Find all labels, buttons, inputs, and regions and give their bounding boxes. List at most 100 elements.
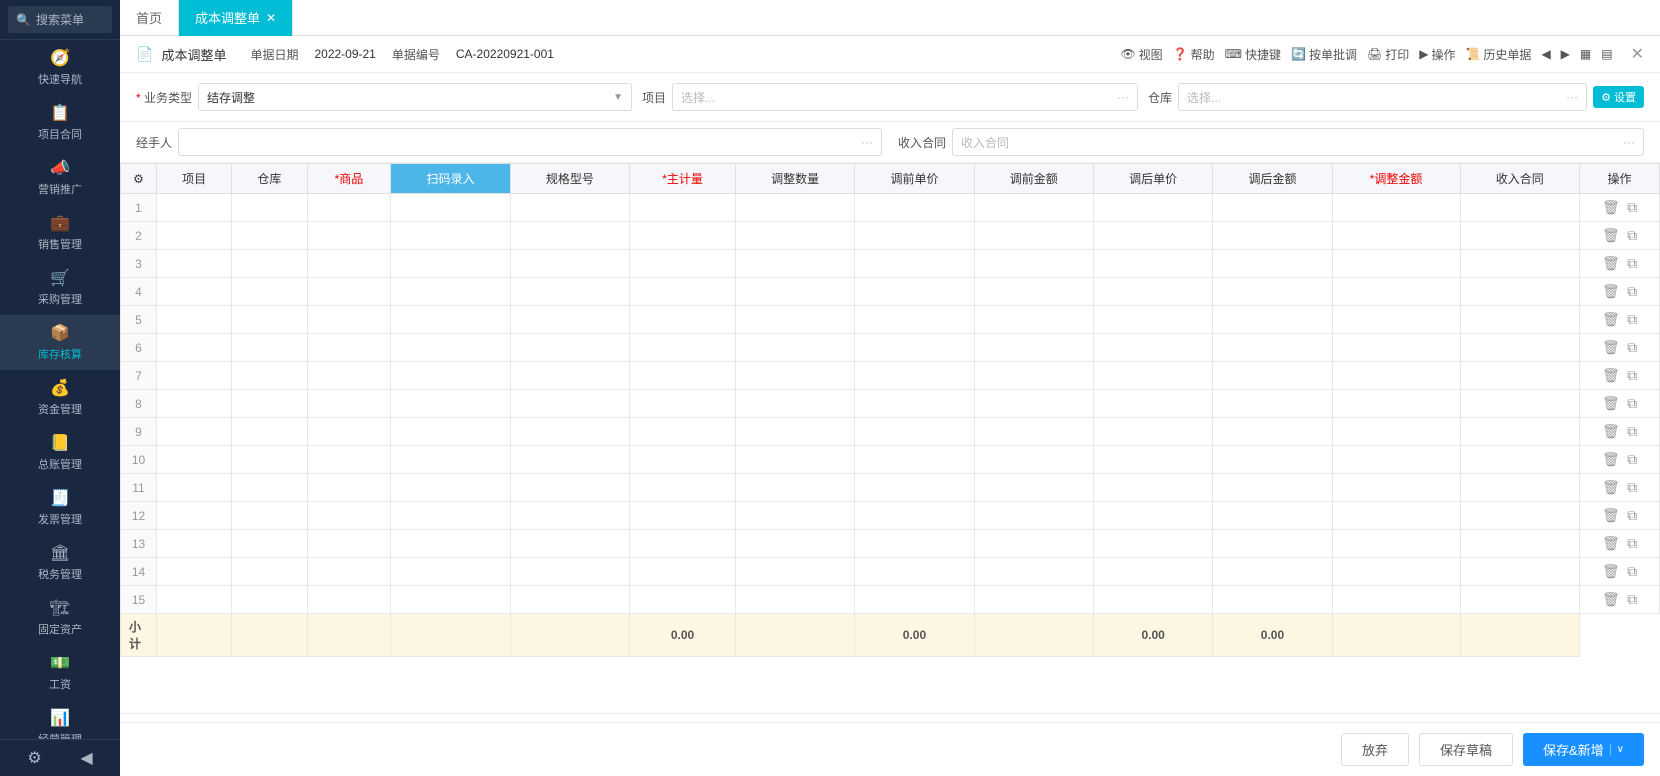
cell-before-unit-price[interactable] <box>855 474 974 502</box>
cell-adjust-amount[interactable] <box>1332 586 1460 614</box>
cell-adjust-qty[interactable] <box>735 418 854 446</box>
cell-before-amount[interactable] <box>974 586 1093 614</box>
delete-row-icon[interactable]: 🗑 <box>1602 199 1620 215</box>
cell-after-amount[interactable] <box>1213 502 1332 530</box>
cell-after-unit-price[interactable] <box>1093 278 1212 306</box>
cell-income-contract[interactable] <box>1460 362 1579 390</box>
delete-row-icon[interactable]: 🗑 <box>1602 283 1620 299</box>
save-new-button[interactable]: 保存&新增 ∨ <box>1523 733 1644 766</box>
cell-adjust-qty[interactable] <box>735 502 854 530</box>
cell-scan[interactable] <box>391 502 510 530</box>
cell-before-amount[interactable] <box>974 278 1093 306</box>
delete-row-icon[interactable]: 🗑 <box>1602 255 1620 271</box>
cell-adjust-amount[interactable] <box>1332 222 1460 250</box>
copy-row-icon[interactable]: ⧉ <box>1627 283 1637 299</box>
cell-before-unit-price[interactable] <box>855 362 974 390</box>
cell-income-contract[interactable] <box>1460 194 1579 222</box>
form-close-button[interactable]: ✕ <box>1631 44 1644 64</box>
cell-warehouse[interactable] <box>232 334 307 362</box>
cell-spec[interactable] <box>510 418 629 446</box>
cell-after-amount[interactable] <box>1213 558 1332 586</box>
cell-adjust-qty[interactable] <box>735 250 854 278</box>
layout-icon2[interactable]: ▤ <box>1601 47 1612 61</box>
cell-after-unit-price[interactable] <box>1093 418 1212 446</box>
tab-close-icon[interactable]: ✕ <box>266 11 276 25</box>
cell-goods[interactable] <box>307 446 391 474</box>
cell-project[interactable] <box>157 222 232 250</box>
copy-row-icon[interactable]: ⧉ <box>1627 563 1637 579</box>
cell-before-amount[interactable] <box>974 558 1093 586</box>
cell-after-amount[interactable] <box>1213 306 1332 334</box>
delete-row-icon[interactable]: 🗑 <box>1602 311 1620 327</box>
cell-unit[interactable] <box>630 390 736 418</box>
cell-income-contract[interactable] <box>1460 306 1579 334</box>
sidebar-item-purchase-mgmt[interactable]: 🛒采购管理 <box>0 260 120 315</box>
cell-after-amount[interactable] <box>1213 390 1332 418</box>
cell-before-unit-price[interactable] <box>855 222 974 250</box>
copy-row-icon[interactable]: ⧉ <box>1627 227 1637 243</box>
delete-row-icon[interactable]: 🗑 <box>1602 563 1620 579</box>
cell-before-unit-price[interactable] <box>855 194 974 222</box>
cell-before-unit-price[interactable] <box>855 334 974 362</box>
cell-goods[interactable] <box>307 558 391 586</box>
cell-project[interactable] <box>157 502 232 530</box>
copy-row-icon[interactable]: ⧉ <box>1627 535 1637 551</box>
cell-goods[interactable] <box>307 502 391 530</box>
biz-type-input[interactable]: 结存调整 ▼ <box>198 83 632 111</box>
cell-warehouse[interactable] <box>232 530 307 558</box>
cell-adjust-amount[interactable] <box>1332 446 1460 474</box>
cell-project[interactable] <box>157 446 232 474</box>
history-action[interactable]: 📜 历史单据 <box>1465 46 1531 63</box>
cell-before-unit-price[interactable] <box>855 586 974 614</box>
sidebar-item-ledger-mgmt[interactable]: 📒总账管理 <box>0 425 120 480</box>
cell-goods[interactable] <box>307 362 391 390</box>
cell-scan[interactable] <box>391 194 510 222</box>
cell-after-unit-price[interactable] <box>1093 390 1212 418</box>
cell-after-unit-price[interactable] <box>1093 502 1212 530</box>
cell-after-unit-price[interactable] <box>1093 306 1212 334</box>
copy-row-icon[interactable]: ⧉ <box>1627 367 1637 383</box>
cell-spec[interactable] <box>510 446 629 474</box>
save-draft-button[interactable]: 保存草稿 <box>1419 733 1513 766</box>
cell-scan[interactable] <box>391 446 510 474</box>
cell-before-amount[interactable] <box>974 530 1093 558</box>
cell-warehouse[interactable] <box>232 474 307 502</box>
cell-goods[interactable] <box>307 306 391 334</box>
cell-adjust-qty[interactable] <box>735 194 854 222</box>
print-action[interactable]: 🖨 打印 <box>1367 46 1409 63</box>
cell-income-contract[interactable] <box>1460 446 1579 474</box>
cell-after-amount[interactable] <box>1213 530 1332 558</box>
cell-warehouse[interactable] <box>232 446 307 474</box>
delete-row-icon[interactable]: 🗑 <box>1602 339 1620 355</box>
layout-icon1[interactable]: ▦ <box>1580 47 1591 61</box>
delete-row-icon[interactable]: 🗑 <box>1602 367 1620 383</box>
delete-row-icon[interactable]: 🗑 <box>1602 479 1620 495</box>
cell-unit[interactable] <box>630 362 736 390</box>
cell-scan[interactable] <box>391 390 510 418</box>
cell-warehouse[interactable] <box>232 586 307 614</box>
copy-row-icon[interactable]: ⧉ <box>1627 199 1637 215</box>
cell-adjust-qty[interactable] <box>735 278 854 306</box>
sidebar-item-invoice-mgmt[interactable]: 🧾发票管理 <box>0 480 120 535</box>
cell-warehouse[interactable] <box>232 222 307 250</box>
cell-income-contract[interactable] <box>1460 390 1579 418</box>
delete-row-icon[interactable]: 🗑 <box>1602 423 1620 439</box>
delete-row-icon[interactable]: 🗑 <box>1602 591 1620 607</box>
cell-after-amount[interactable] <box>1213 362 1332 390</box>
cell-before-amount[interactable] <box>974 306 1093 334</box>
cell-income-contract[interactable] <box>1460 586 1579 614</box>
cell-after-unit-price[interactable] <box>1093 474 1212 502</box>
cell-warehouse[interactable] <box>232 278 307 306</box>
cell-warehouse[interactable] <box>232 418 307 446</box>
cell-spec[interactable] <box>510 474 629 502</box>
cell-unit[interactable] <box>630 250 736 278</box>
cell-adjust-qty[interactable] <box>735 390 854 418</box>
cell-project[interactable] <box>157 278 232 306</box>
cell-before-amount[interactable] <box>974 362 1093 390</box>
warehouse-input[interactable]: 选择... ··· <box>1178 83 1587 111</box>
cell-adjust-qty[interactable] <box>735 222 854 250</box>
cell-after-unit-price[interactable] <box>1093 222 1212 250</box>
cell-goods[interactable] <box>307 222 391 250</box>
cell-unit[interactable] <box>630 334 736 362</box>
sidebar-item-fund-mgmt[interactable]: 💰资金管理 <box>0 370 120 425</box>
